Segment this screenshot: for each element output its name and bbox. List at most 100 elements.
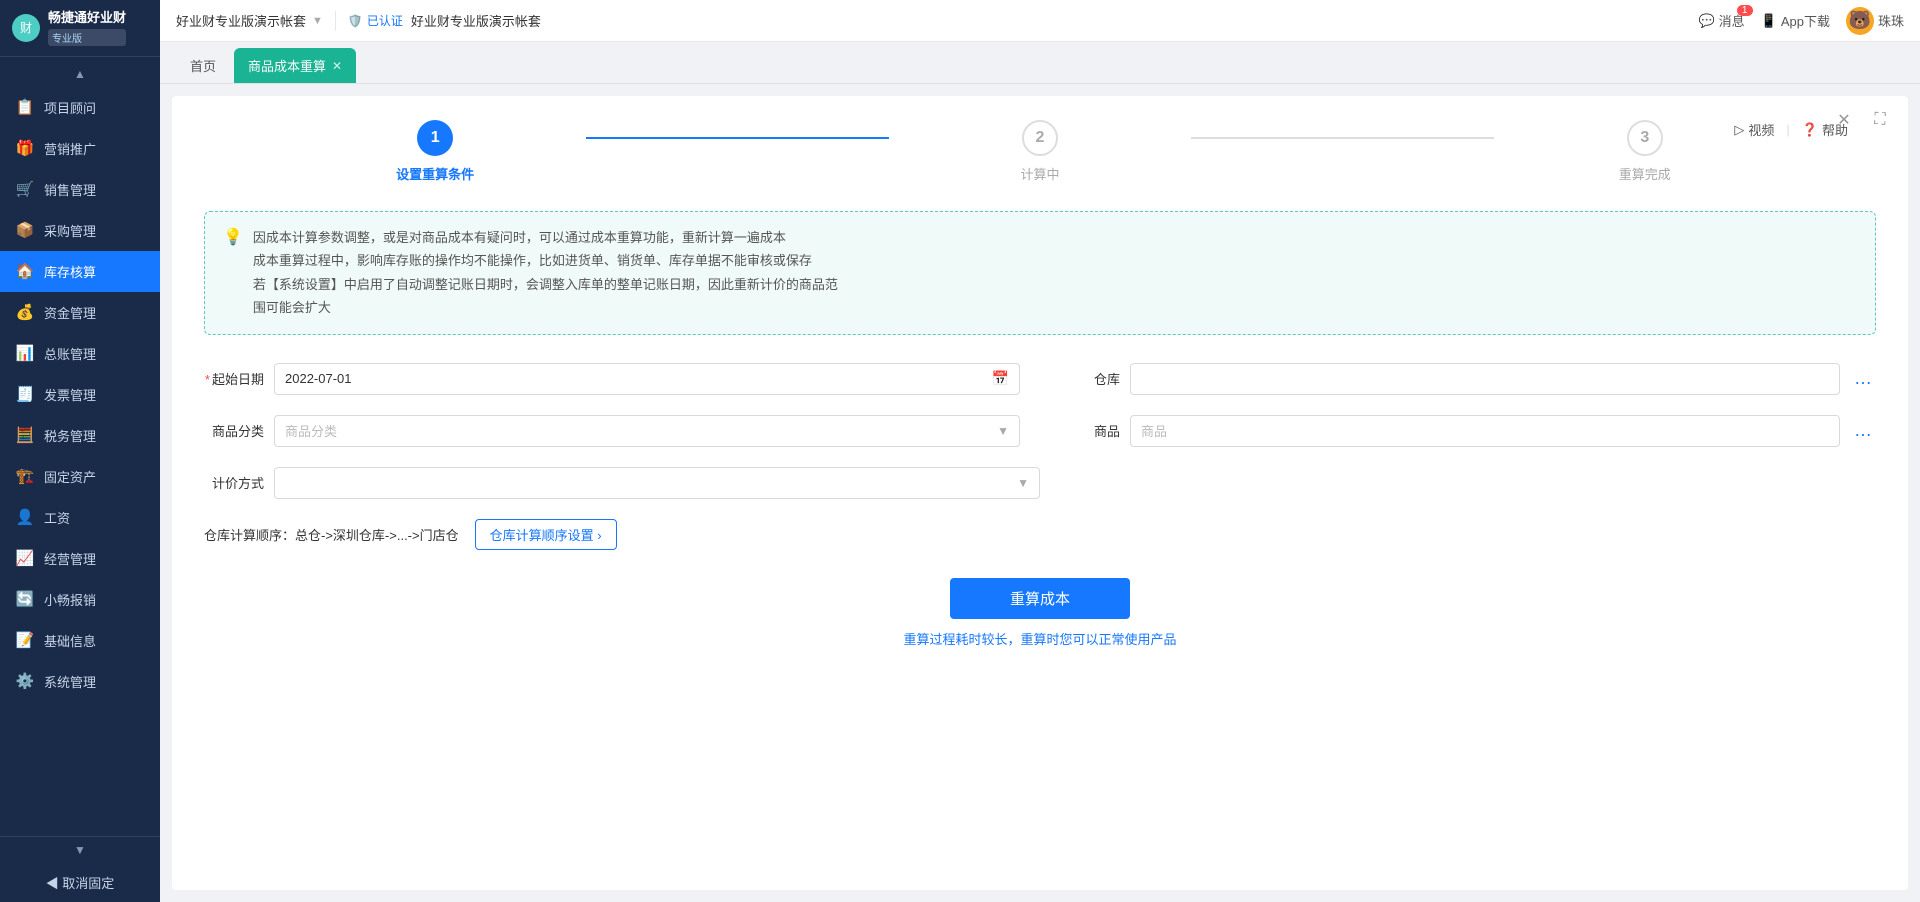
sidebar-item-tax[interactable]: 🧮 税务管理	[0, 415, 160, 456]
calendar-icon[interactable]: 📅	[992, 370, 1009, 387]
pricing-label: 计价方式	[204, 473, 264, 492]
sidebar-item-label: 小畅报销	[44, 590, 96, 609]
invoice-icon: 🧾	[16, 385, 34, 403]
tabbar: 首页 商品成本重算 ✕	[160, 42, 1920, 84]
warehouse-input[interactable]	[1130, 363, 1840, 395]
pricing-select[interactable]: ▼	[274, 467, 1040, 499]
sidebar-item-operation[interactable]: 📈 经营管理	[0, 538, 160, 579]
sidebar-item-label: 固定资产	[44, 467, 96, 486]
start-date-field: 起始日期 2022-07-01 📅	[204, 363, 1020, 395]
account-dropdown-icon: ▼	[312, 15, 323, 27]
start-date-input[interactable]: 2022-07-01 📅	[274, 363, 1020, 395]
recalc-hint: 重算过程耗时较长，重算时您可以正常使用产品	[903, 629, 1176, 648]
phone-icon: 📱	[1761, 13, 1777, 29]
info-line-2: 成本重算过程中，影响库存账的操作均不能操作，比如进货单、销货单、库存单据不能审核…	[253, 249, 838, 272]
message-action[interactable]: 💬 消息 1	[1698, 11, 1744, 30]
warehouse-order-row: 仓库计算顺序：总仓->深圳仓库->...->门店仓 仓库计算顺序设置 ›	[204, 519, 1876, 550]
category-placeholder: 商品分类	[285, 421, 337, 440]
sidebar-item-salary[interactable]: 👤 工资	[0, 497, 160, 538]
step-connector-2	[1191, 120, 1493, 139]
tax-icon: 🧮	[16, 426, 34, 444]
sales-icon: 🛒	[16, 180, 34, 198]
info-line-3: 若【系统设置】中启用了自动调整记账日期时，会调整入库单的整单记账日期，因此重新计…	[253, 273, 838, 296]
sidebar-item-project[interactable]: 📋 项目顾问	[0, 87, 160, 128]
warehouse-more-icon[interactable]: …	[1850, 368, 1876, 389]
sidebar-cancel-pin[interactable]: ◀ 取消固定	[0, 863, 160, 902]
message-icon: 💬	[1698, 13, 1714, 29]
sidebar-scroll-up[interactable]: ▲	[0, 61, 160, 87]
warehouse-order-btn[interactable]: 仓库计算顺序设置 ›	[475, 519, 617, 550]
step-2-circle: 2	[1022, 120, 1058, 156]
product-label: 商品	[1060, 421, 1120, 440]
message-badge: 1	[1737, 5, 1753, 16]
sidebar-item-label: 采购管理	[44, 221, 96, 240]
sidebar-item-assets[interactable]: 🏗️ 固定资产	[0, 456, 160, 497]
sidebar-item-label: 库存核算	[44, 262, 96, 281]
sidebar-item-inventory[interactable]: 🏠 库存核算	[0, 251, 160, 292]
sidebar-item-marketing[interactable]: 🎁 营销推广	[0, 128, 160, 169]
assets-icon: 🏗️	[16, 467, 34, 485]
info-box: 💡 因成本计算参数调整，或是对商品成本有疑问时，可以通过成本重算功能，重新计算一…	[204, 211, 1876, 335]
step-3: 3 重算完成	[1494, 120, 1796, 183]
topbar-right: 💬 消息 1 📱 App下载 🐻 珠珠	[1698, 7, 1904, 35]
sidebar-item-invoice[interactable]: 🧾 发票管理	[0, 374, 160, 415]
sidebar-item-label: 资金管理	[44, 303, 96, 322]
company-name: 好业财专业版演示帐套	[411, 11, 541, 30]
tab-home-label: 首页	[190, 56, 216, 75]
user-avatar-action[interactable]: 🐻 珠珠	[1846, 7, 1904, 35]
main-area: 好业财专业版演示帐套 ▼ 🛡️ 已认证 好业财专业版演示帐套 💬 消息 1 📱 …	[160, 0, 1920, 902]
purchase-icon: 📦	[16, 221, 34, 239]
account-selector[interactable]: 好业财专业版演示帐套 ▼	[176, 11, 323, 30]
tab-recalc[interactable]: 商品成本重算 ✕	[234, 48, 356, 83]
salary-icon: 👤	[16, 508, 34, 526]
sidebar-item-accounting[interactable]: 📊 总账管理	[0, 333, 160, 374]
category-field: 商品分类 商品分类 ▼	[204, 415, 1020, 447]
product-input[interactable]: 商品	[1130, 415, 1840, 447]
app-logo-icon: 财	[12, 14, 40, 42]
step-2: 2 计算中	[889, 120, 1191, 183]
operation-icon: 📈	[16, 549, 34, 567]
topbar-divider	[335, 11, 336, 31]
project-icon: 📋	[16, 98, 34, 116]
tab-home[interactable]: 首页	[176, 48, 230, 83]
app-name-block: 畅捷通好业财 专业版	[48, 10, 126, 46]
sidebar-item-expense[interactable]: 🔄 小畅报销	[0, 579, 160, 620]
step-line-2	[1191, 137, 1493, 139]
sidebar-bottom: ▼ ◀ 取消固定	[0, 836, 160, 902]
warehouse-label: 仓库	[1060, 369, 1120, 388]
verified-badge: 🛡️ 已认证	[348, 12, 403, 29]
warehouse-order-label: 仓库计算顺序：总仓->深圳仓库->...->门店仓	[204, 525, 459, 544]
sidebar-item-label: 总账管理	[44, 344, 96, 363]
tab-close-icon[interactable]: ✕	[332, 59, 342, 73]
recalc-section: 重算成本 重算过程耗时较长，重算时您可以正常使用产品	[204, 578, 1876, 648]
shield-icon: 🛡️	[348, 14, 363, 28]
sidebar-item-basic[interactable]: 📝 基础信息	[0, 620, 160, 661]
app-download-action[interactable]: 📱 App下载	[1761, 11, 1830, 30]
info-box-text: 因成本计算参数调整，或是对商品成本有疑问时，可以通过成本重算功能，重新计算一遍成…	[253, 226, 838, 320]
content-area: ✕ ⛶ ▷ 视频 | ❓ 帮助 1 设置重算条件	[160, 84, 1920, 902]
finance-icon: 💰	[16, 303, 34, 321]
recalc-button[interactable]: 重算成本	[950, 578, 1130, 619]
sidebar-item-label: 销售管理	[44, 180, 96, 199]
start-date-value: 2022-07-01	[285, 371, 992, 386]
expense-icon: 🔄	[16, 590, 34, 608]
step-2-label: 计算中	[1020, 164, 1059, 183]
sidebar-item-system[interactable]: ⚙️ 系统管理	[0, 661, 160, 702]
pricing-dropdown-icon: ▼	[1017, 476, 1029, 490]
sidebar-scroll-down[interactable]: ▼	[0, 837, 160, 863]
info-icon: 💡	[223, 227, 243, 320]
category-select[interactable]: 商品分类 ▼	[274, 415, 1020, 447]
sidebar-item-label: 基础信息	[44, 631, 96, 650]
sidebar-item-finance[interactable]: 💰 资金管理	[0, 292, 160, 333]
step-1-label: 设置重算条件	[396, 164, 474, 183]
product-more-icon[interactable]: …	[1850, 420, 1876, 441]
app-download-label: App下载	[1781, 11, 1830, 30]
category-label: 商品分类	[204, 421, 264, 440]
sidebar-item-purchase[interactable]: 📦 采购管理	[0, 210, 160, 251]
sidebar-item-label: 系统管理	[44, 672, 96, 691]
sidebar-item-label: 工资	[44, 508, 70, 527]
info-line-1: 因成本计算参数调整，或是对商品成本有疑问时，可以通过成本重算功能，重新计算一遍成…	[253, 226, 838, 249]
sidebar-logo: 财 畅捷通好业财 专业版	[0, 0, 160, 57]
verified-text: 已认证	[367, 12, 403, 29]
sidebar-item-sales[interactable]: 🛒 销售管理	[0, 169, 160, 210]
